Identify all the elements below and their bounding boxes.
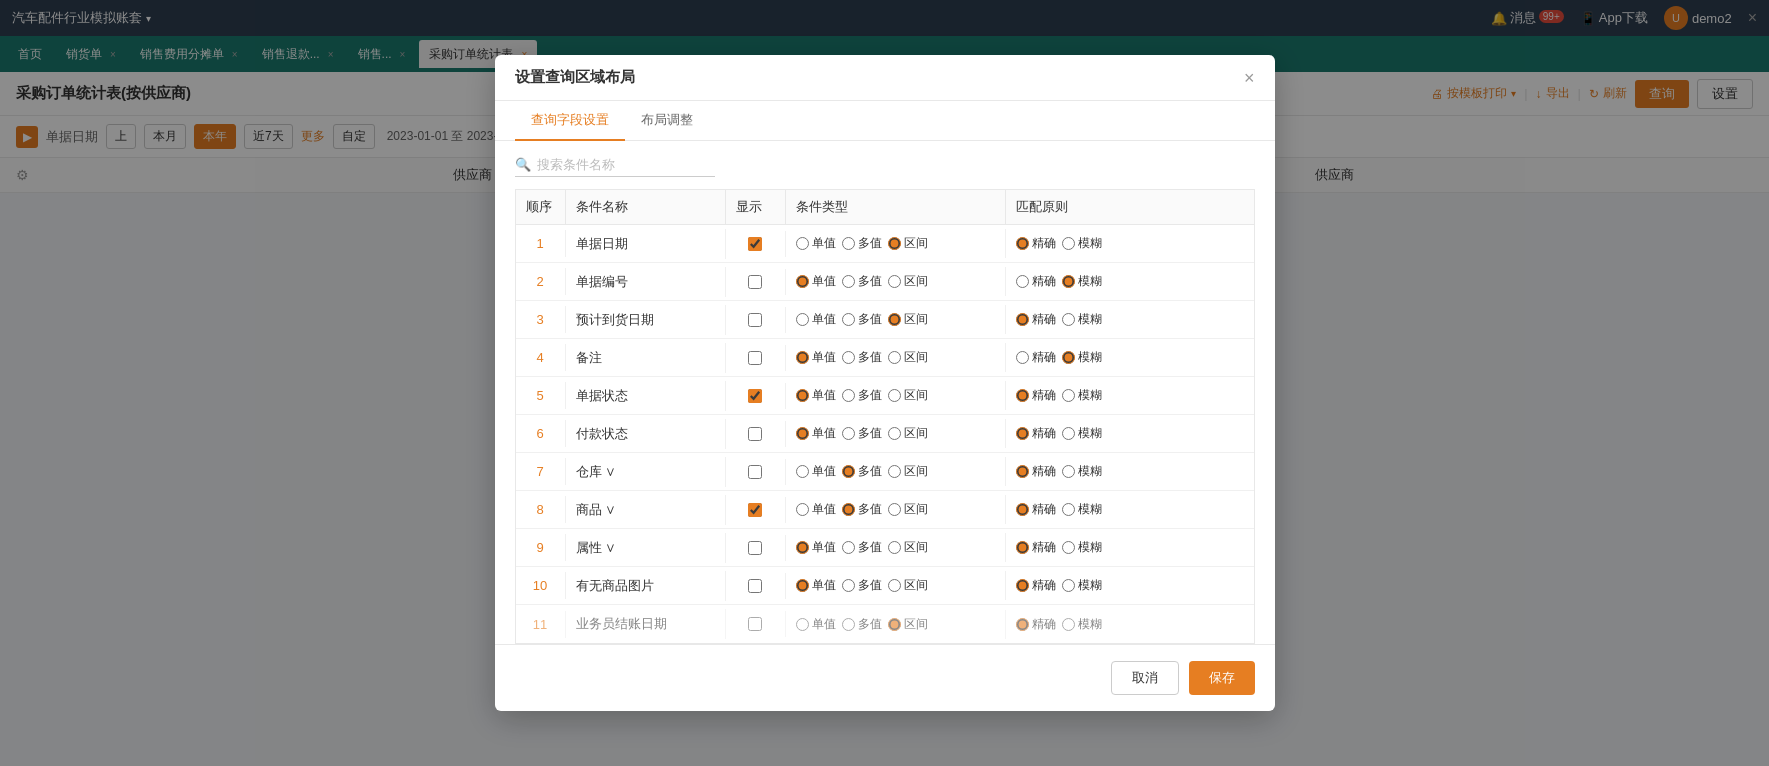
col-header-name: 条件名称: [566, 190, 726, 193]
col-header-display: 显示: [726, 190, 786, 193]
dialog-close-button[interactable]: ×: [1244, 69, 1255, 87]
dialog-table-header: 顺序 条件名称 显示 条件类型 匹配原则: [515, 189, 1255, 193]
col-header-match: 匹配原则: [1006, 190, 1206, 193]
search-box: 🔍: [515, 153, 715, 177]
modal-overlay: 设置查询区域布局 × 查询字段设置 布局调整 🔍 顺序 条件名称 显示: [0, 0, 1769, 193]
dialog-search-area: 🔍: [495, 141, 1275, 189]
col-header-type: 条件类型: [786, 190, 1006, 193]
dialog-table-area: 顺序 条件名称 显示 条件类型 匹配原则 1 单据日期 单值 多值: [495, 189, 1275, 193]
dialog-title: 设置查询区域布局: [515, 68, 635, 87]
dialog-header: 设置查询区域布局 ×: [495, 55, 1275, 101]
settings-dialog: 设置查询区域布局 × 查询字段设置 布局调整 🔍 顺序 条件名称 显示: [495, 55, 1275, 193]
search-input[interactable]: [537, 157, 697, 172]
tab-query-settings[interactable]: 查询字段设置: [515, 101, 625, 141]
col-header-order: 顺序: [516, 190, 566, 193]
dialog-tabs: 查询字段设置 布局调整: [495, 101, 1275, 141]
search-icon: 🔍: [515, 157, 531, 172]
tab-query-settings-label: 查询字段设置: [531, 112, 609, 127]
tab-layout-adjust-label: 布局调整: [641, 112, 693, 127]
tab-layout-adjust[interactable]: 布局调整: [625, 101, 709, 141]
